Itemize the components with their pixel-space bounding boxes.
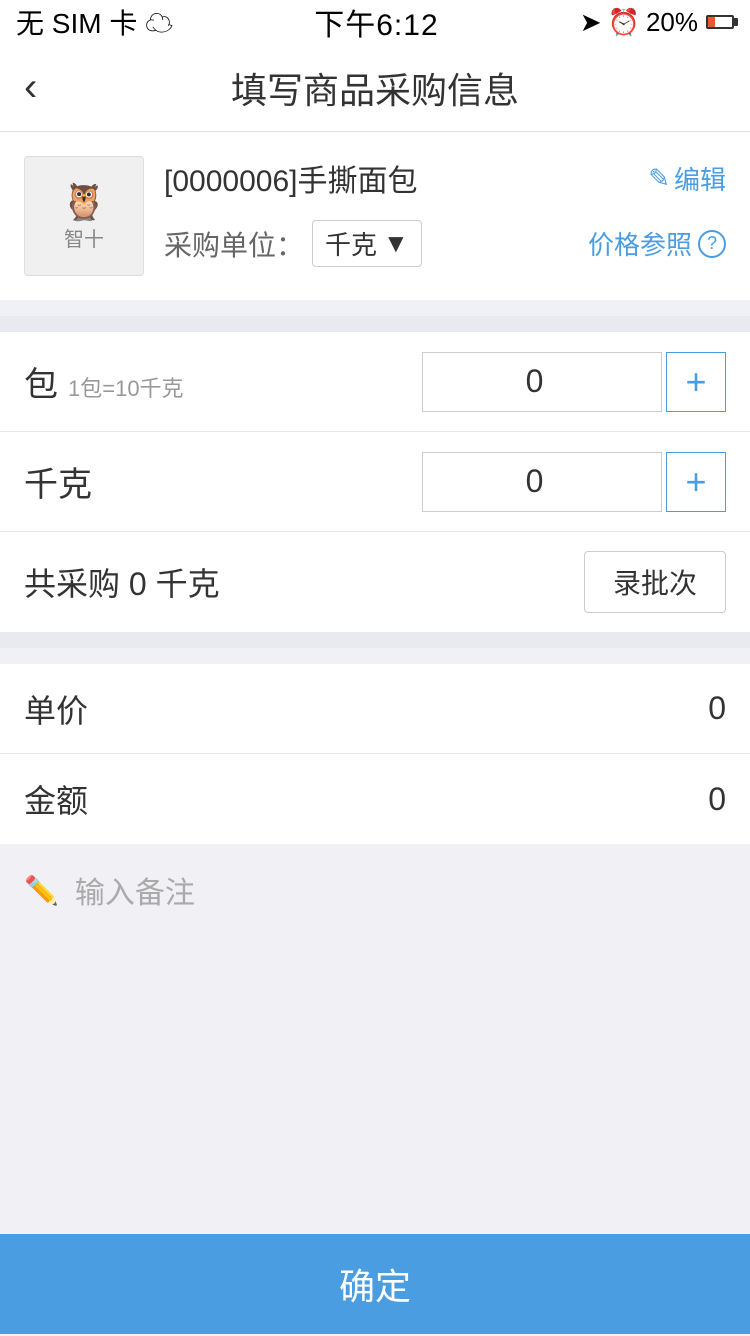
price-section: 单价 0 金额 0	[0, 664, 750, 844]
bag-sub-label: 1包=10千克	[68, 371, 184, 403]
unit-price-value: 0	[708, 690, 726, 727]
unit-price-label: 单价	[24, 686, 88, 732]
nav-bar: ‹ 填写商品采购信息	[0, 44, 750, 132]
summary-text: 共采购 0 千克	[24, 559, 220, 605]
kg-input-row: 千克 +	[0, 432, 750, 532]
status-bar: 无 SIM 卡 ☁ 下午6:12 ➤ ⏰ 20%	[0, 0, 750, 44]
pencil-icon: ✏️	[24, 874, 59, 907]
product-edit-button[interactable]: ✎ 编辑	[648, 160, 726, 197]
back-button[interactable]: ‹	[24, 65, 37, 110]
remark-placeholder: 输入备注	[75, 868, 195, 912]
kg-label: 千克	[24, 457, 92, 506]
battery-icon	[706, 15, 734, 29]
status-right: ➤ ⏰ 20%	[580, 7, 734, 38]
amount-value: 0	[708, 781, 726, 818]
input-section: 包 1包=10千克 + 千克 + 共采购 0 千克 录批次	[0, 332, 750, 632]
product-img-icon: 🦉	[62, 181, 107, 223]
amount-label: 金额	[24, 776, 88, 822]
product-card: 🦉 智十 [0000006]手撕面包 ✎ 编辑 采购单位： 千克 ▼ 价格参照 …	[0, 132, 750, 300]
unit-value: 千克	[325, 225, 377, 262]
status-time: 下午6:12	[314, 0, 438, 44]
bag-label-group: 包 1包=10千克	[24, 357, 224, 406]
amount-row: 金额 0	[0, 754, 750, 844]
price-ref-button[interactable]: 价格参照 ?	[588, 225, 726, 262]
kg-input[interactable]	[422, 452, 662, 512]
section-divider-1	[0, 316, 750, 332]
bag-input-wrap: +	[224, 352, 726, 412]
price-ref-label: 价格参照	[588, 225, 692, 262]
page-title: 填写商品采购信息	[231, 62, 519, 114]
confirm-button[interactable]: 确定	[0, 1234, 750, 1334]
status-left: 无 SIM 卡 ☁	[16, 2, 173, 42]
product-unit-row: 采购单位： 千克 ▼ 价格参照 ?	[164, 220, 726, 267]
unit-label: 采购单位：	[164, 224, 304, 264]
bag-plus-button[interactable]: +	[666, 352, 726, 412]
record-batch-button[interactable]: 录批次	[584, 551, 726, 613]
product-img-label: 智十	[64, 223, 104, 252]
kg-plus-button[interactable]: +	[666, 452, 726, 512]
no-sim-text: 无 SIM 卡 ☁	[16, 2, 173, 42]
location-icon: ➤	[580, 7, 602, 38]
dropdown-icon: ▼	[383, 228, 409, 259]
kg-input-wrap: +	[224, 452, 726, 512]
bag-label: 包	[24, 357, 58, 406]
summary-row: 共采购 0 千克 录批次	[0, 532, 750, 632]
bag-input[interactable]	[422, 352, 662, 412]
battery-percent: 20%	[646, 7, 698, 38]
product-name-row: [0000006]手撕面包 ✎ 编辑	[164, 156, 726, 200]
product-info: [0000006]手撕面包 ✎ 编辑 采购单位： 千克 ▼ 价格参照 ?	[164, 156, 726, 267]
unit-select[interactable]: 千克 ▼	[312, 220, 422, 267]
edit-label: 编辑	[674, 160, 726, 197]
unit-price-row: 单价 0	[0, 664, 750, 754]
alarm-icon: ⏰	[608, 7, 640, 38]
bag-input-row: 包 1包=10千克 +	[0, 332, 750, 432]
section-divider-2	[0, 632, 750, 648]
remark-section[interactable]: ✏️ 输入备注	[0, 844, 750, 936]
kg-plus-icon: +	[685, 461, 706, 503]
help-icon: ?	[698, 230, 726, 258]
bag-plus-icon: +	[685, 361, 706, 403]
kg-label-group: 千克	[24, 457, 224, 506]
product-image: 🦉 智十	[24, 156, 144, 276]
product-full-name: [0000006]手撕面包	[164, 156, 417, 200]
edit-icon: ✎	[648, 163, 670, 194]
